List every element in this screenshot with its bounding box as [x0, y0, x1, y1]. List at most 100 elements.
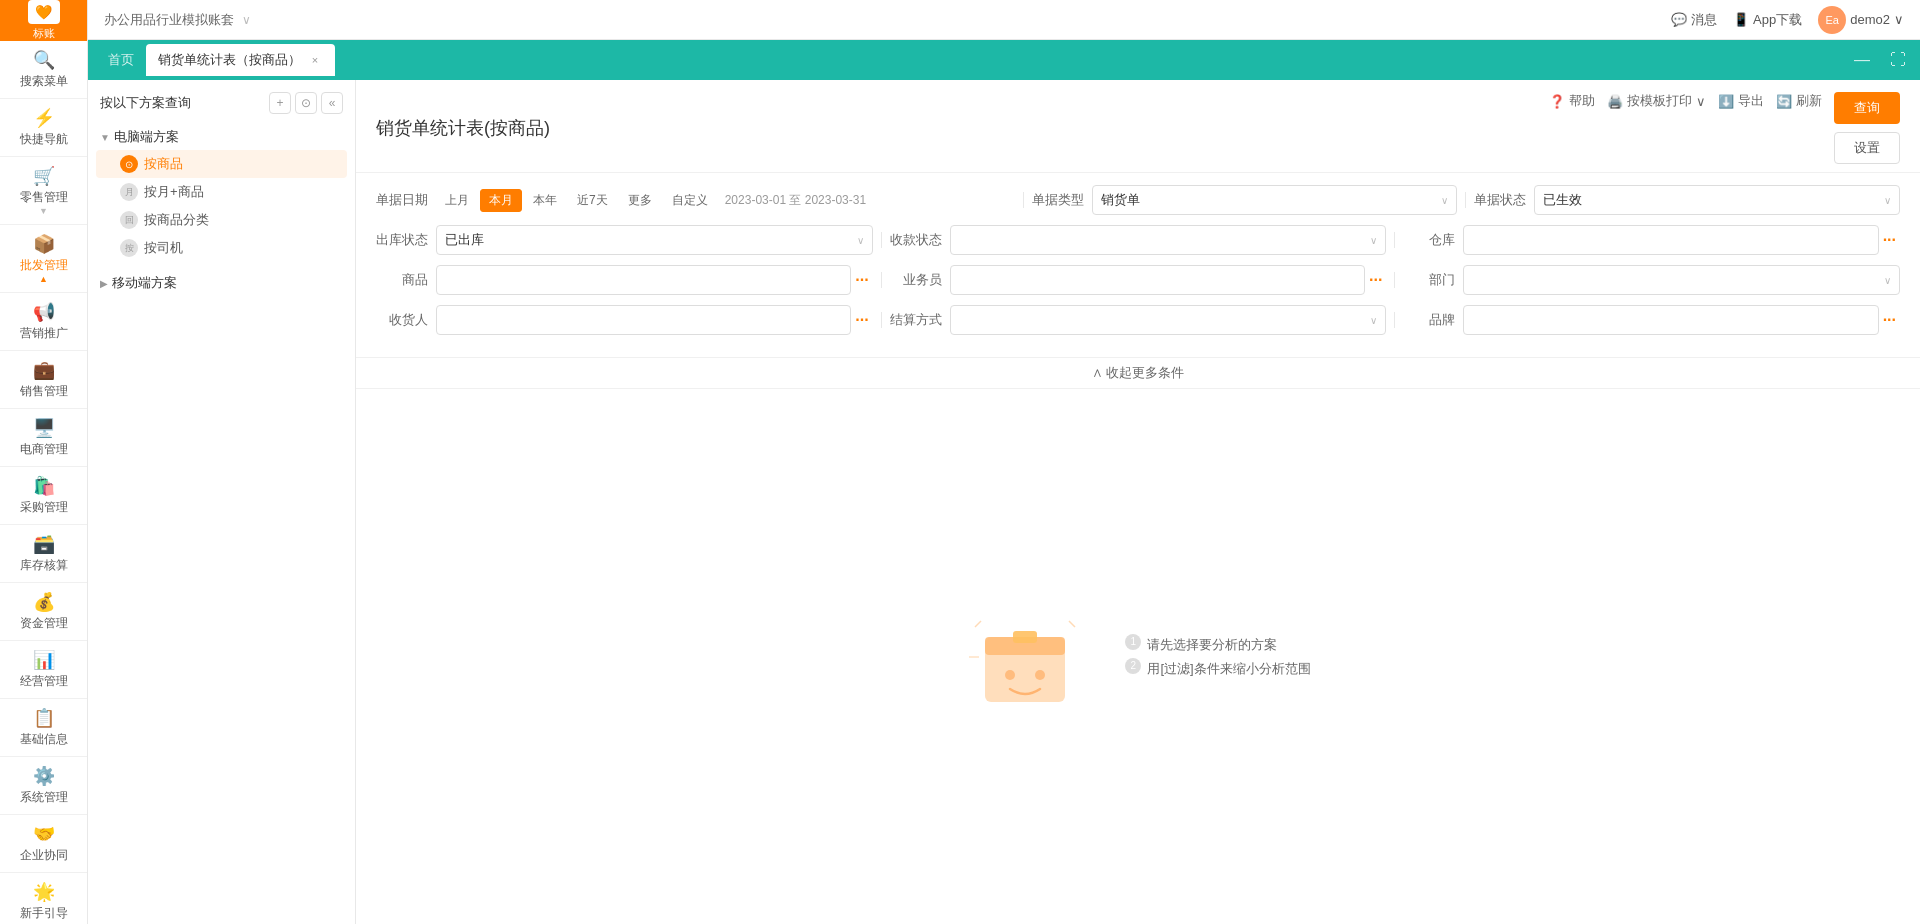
date-tab-more[interactable]: 更多 — [619, 189, 661, 212]
sidebar-item-sales[interactable]: 💼 销售管理 — [0, 351, 88, 409]
divider-7 — [881, 312, 882, 328]
sidebar-item-wholesale[interactable]: 📦 批发管理 ▲ — [0, 225, 88, 293]
tab-close-icon[interactable]: × — [307, 52, 323, 68]
filter-item-salesman: 业务员 ··· — [890, 265, 1387, 295]
collapse-bar[interactable]: ∧ 收起更多条件 — [356, 358, 1920, 389]
sidebar-item-system[interactable]: ⚙️ 系统管理 — [0, 757, 88, 815]
brand-input[interactable] — [1463, 305, 1878, 335]
sidebar-item-inventory[interactable]: 🗃️ 库存核算 — [0, 525, 88, 583]
bill-status-label: 单据状态 — [1474, 191, 1534, 209]
filter-row-3: 商品 ··· 业务员 ··· 部门 — [376, 265, 1900, 295]
page-title: 销货单统计表(按商品) — [376, 116, 550, 140]
warehouse-more-icon[interactable]: ··· — [1879, 231, 1900, 249]
left-panel-header: 按以下方案查询 + ⊙ « — [96, 92, 347, 114]
scheme-panel-title: 按以下方案查询 — [100, 94, 191, 112]
step-2-num: 2 — [1125, 658, 1141, 674]
empty-state: 1 请先选择要分析的方案 2 用[过滤]条件来缩小分析范围 — [356, 389, 1920, 924]
sidebar-label-quick: 快捷导航 — [20, 131, 68, 148]
export-link[interactable]: ⬇️ 导出 — [1718, 92, 1764, 110]
sidebar-item-retail[interactable]: 🛒 零售管理 ▼ — [0, 157, 88, 225]
date-tab-custom[interactable]: 自定义 — [663, 189, 717, 212]
tab-expand-icon[interactable]: ⛶ — [1884, 46, 1912, 74]
message-btn[interactable]: 💬 消息 — [1671, 11, 1717, 29]
sidebar-item-operation[interactable]: 📊 经营管理 — [0, 641, 88, 699]
salesman-more-icon[interactable]: ··· — [1365, 271, 1386, 289]
scheme-item-by-driver[interactable]: 按 按司机 — [96, 234, 347, 262]
setting-button[interactable]: 设置 — [1834, 132, 1900, 164]
avatar: Ea — [1818, 6, 1846, 34]
date-tab-7days[interactable]: 近7天 — [568, 189, 617, 212]
query-button[interactable]: 查询 — [1834, 92, 1900, 124]
filter-form: 单据日期 上月 本月 本年 近7天 更多 自定义 2023-03-01 至 20… — [356, 173, 1920, 358]
sidebar-item-marketing[interactable]: 📢 营销推广 — [0, 293, 88, 351]
svg-point-3 — [1005, 670, 1015, 680]
empty-text: 1 请先选择要分析的方案 2 用[过滤]条件来缩小分析范围 — [1125, 633, 1310, 680]
warehouse-input[interactable] — [1463, 225, 1878, 255]
tab-report[interactable]: 销货单统计表（按商品） × — [146, 44, 335, 76]
goods-input[interactable] — [436, 265, 851, 295]
app-download-btn[interactable]: 📱 App下载 — [1733, 11, 1802, 29]
date-tab-this-year[interactable]: 本年 — [524, 189, 566, 212]
receiver-input[interactable] — [436, 305, 851, 335]
bill-status-arrow-icon: ∨ — [1884, 195, 1891, 206]
scheme-item-by-month[interactable]: 月 按月+商品 — [96, 178, 347, 206]
date-tab-this-month[interactable]: 本月 — [480, 189, 522, 212]
tab-minimize-icon[interactable]: — — [1848, 46, 1876, 74]
scheme-group-mobile-title[interactable]: ▶ 移动端方案 — [96, 270, 347, 296]
settlement-select[interactable]: ∨ — [950, 305, 1387, 335]
sidebar-item-basic[interactable]: 📋 基础信息 — [0, 699, 88, 757]
tab-home[interactable]: 首页 — [96, 44, 146, 76]
warehouse-label: 仓库 — [1403, 231, 1463, 249]
bill-status-select[interactable]: 已生效 ∨ — [1534, 185, 1900, 215]
sidebar-label-guide: 新手引导 — [20, 905, 68, 922]
salesman-input[interactable] — [950, 265, 1365, 295]
filter-row-1: 单据日期 上月 本月 本年 近7天 更多 自定义 2023-03-01 至 20… — [376, 185, 1900, 215]
sidebar-label-purchase: 采购管理 — [20, 499, 68, 516]
sidebar-item-purchase[interactable]: 🛍️ 采购管理 — [0, 467, 88, 525]
payment-status-select[interactable]: ∨ — [950, 225, 1387, 255]
top-header: 办公用品行业模拟账套 ∨ 💬 消息 📱 App下载 Ea demo2 ∨ — [88, 0, 1920, 40]
main-area: 办公用品行业模拟账套 ∨ 💬 消息 📱 App下载 Ea demo2 ∨ 首 — [88, 0, 1920, 924]
out-status-select[interactable]: 已出库 ∨ — [436, 225, 873, 255]
goods-more-icon[interactable]: ··· — [851, 271, 872, 289]
help-link[interactable]: ❓ 帮助 — [1549, 92, 1595, 110]
dept-select[interactable]: ∨ — [1463, 265, 1900, 295]
sidebar-item-ecommerce[interactable]: 🖥️ 电商管理 — [0, 409, 88, 467]
refresh-label: 刷新 — [1796, 92, 1822, 110]
scheme-item-by-category[interactable]: 回 按商品分类 — [96, 206, 347, 234]
scheme-item-by-product[interactable]: ⊙ 按商品 — [96, 150, 347, 178]
bill-type-select[interactable]: 销货单 ∨ — [1092, 185, 1458, 215]
sidebar-item-cooperation[interactable]: 🤝 企业协同 — [0, 815, 88, 873]
scheme-group-mobile: ▶ 移动端方案 — [96, 270, 347, 296]
sidebar-item-search[interactable]: 🔍 搜索菜单 — [0, 41, 88, 99]
refresh-link[interactable]: 🔄 刷新 — [1776, 92, 1822, 110]
divider-4 — [1394, 232, 1395, 248]
print-link[interactable]: 🖨️ 按模板打印 ∨ — [1607, 92, 1706, 110]
sidebar-item-guide[interactable]: 🌟 新手引导 — [0, 873, 88, 924]
sidebar-item-quick[interactable]: ⚡ 快捷导航 — [0, 99, 88, 157]
settlement-arrow-icon: ∨ — [1370, 315, 1377, 326]
sidebar-label-wholesale: 批发管理 — [20, 257, 68, 274]
dept-label: 部门 — [1403, 271, 1463, 289]
receiver-more-icon[interactable]: ··· — [851, 311, 872, 329]
brand-more-icon[interactable]: ··· — [1879, 311, 1900, 329]
user-chevron-icon: ∨ — [1894, 12, 1904, 27]
date-tab-last-month[interactable]: 上月 — [436, 189, 478, 212]
scheme-group-pc-title[interactable]: ▼ 电脑端方案 — [96, 124, 347, 150]
filter-item-goods: 商品 ··· — [376, 265, 873, 295]
svg-line-6 — [1069, 621, 1075, 627]
divider-3 — [881, 232, 882, 248]
date-label: 单据日期 — [376, 191, 436, 209]
receiver-label: 收货人 — [376, 311, 436, 329]
operation-icon: 📊 — [33, 649, 55, 671]
bill-type-label: 单据类型 — [1032, 191, 1092, 209]
bill-type-arrow-icon: ∨ — [1441, 195, 1448, 206]
tab-bar: 首页 销货单统计表（按商品） × — ⛶ — [88, 40, 1920, 80]
add-scheme-btn[interactable]: + — [269, 92, 291, 114]
sidebar-item-finance[interactable]: 💰 资金管理 — [0, 583, 88, 641]
divider-5 — [881, 272, 882, 288]
user-profile-btn[interactable]: Ea demo2 ∨ — [1818, 6, 1904, 34]
breadcrumb-app: 办公用品行业模拟账套 — [104, 11, 234, 29]
collapse-panel-btn[interactable]: « — [321, 92, 343, 114]
settings-scheme-btn[interactable]: ⊙ — [295, 92, 317, 114]
